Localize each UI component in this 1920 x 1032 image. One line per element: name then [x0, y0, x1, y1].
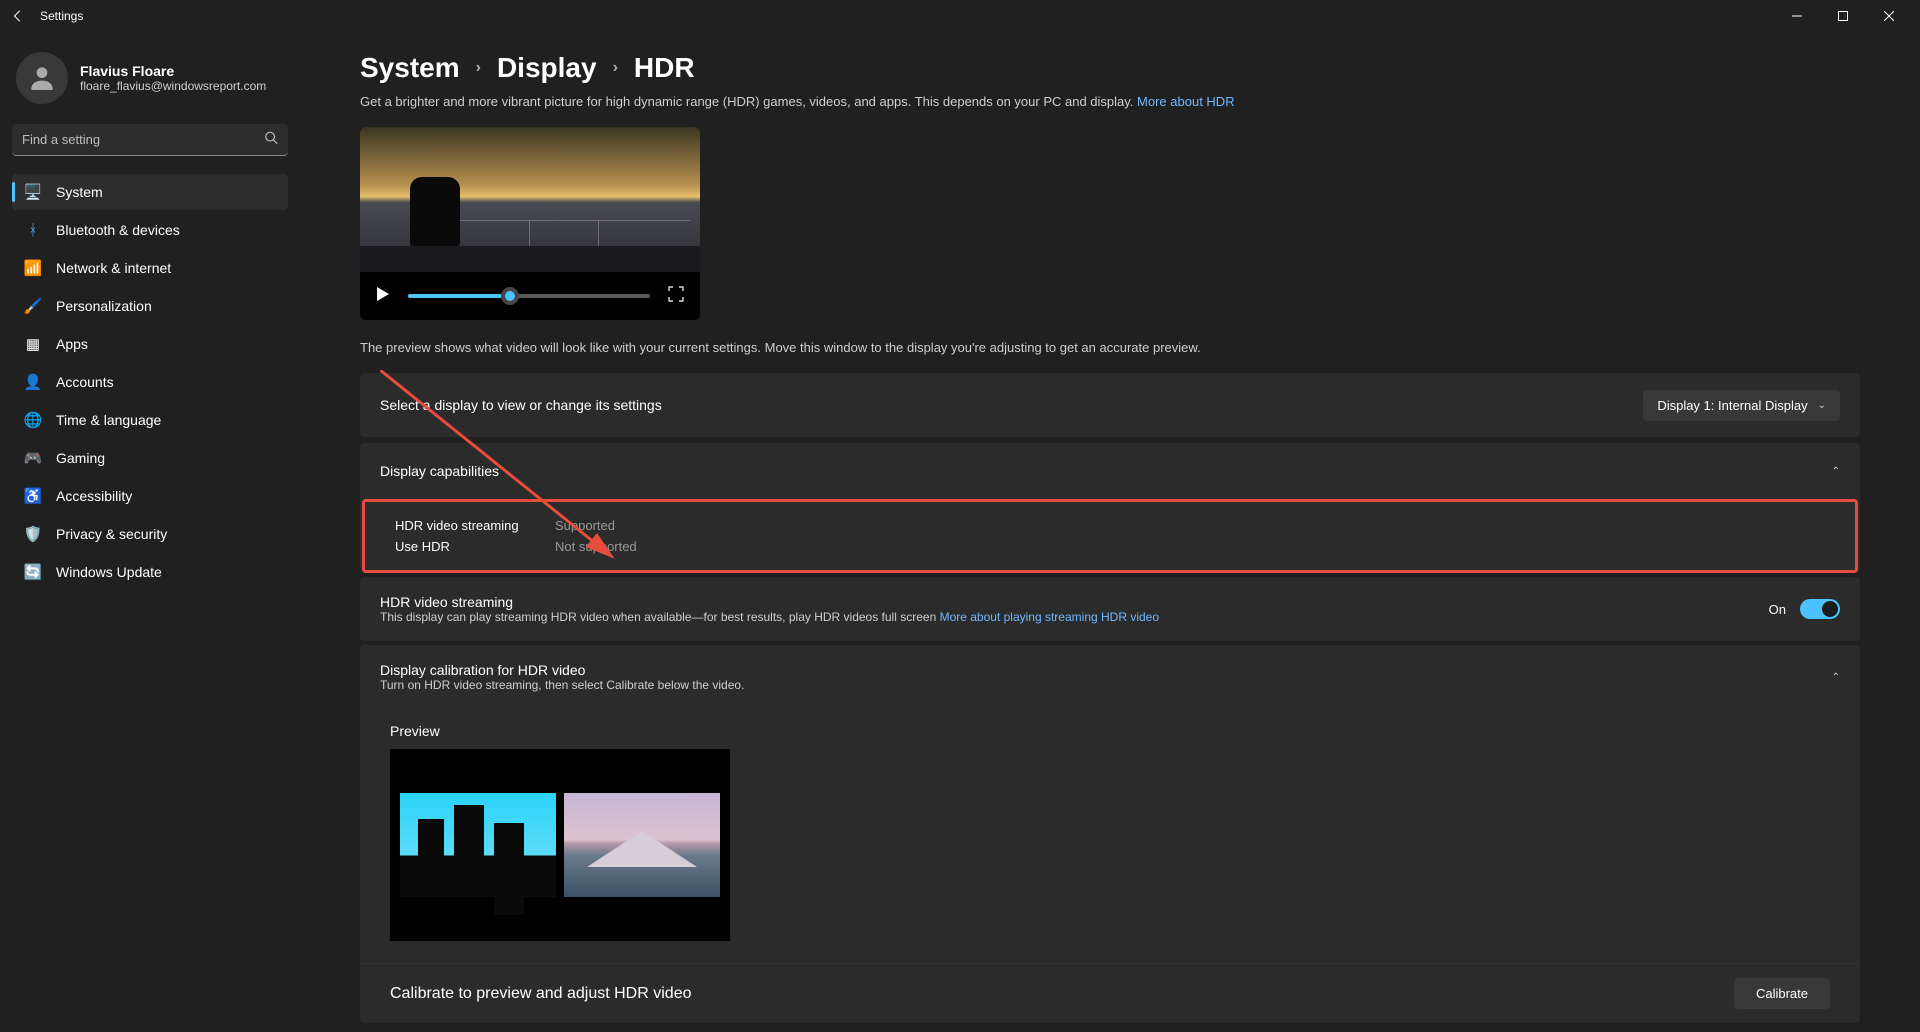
- calibration-preview-image: [390, 749, 730, 941]
- sidebar-item-label: Accessibility: [56, 488, 132, 504]
- hdr-streaming-sub: This display can play streaming HDR vide…: [380, 610, 1159, 624]
- search-icon: [264, 131, 278, 150]
- close-button[interactable]: [1866, 0, 1912, 32]
- hdr-video-preview: [360, 127, 700, 320]
- hdr-streaming-title: HDR video streaming: [380, 594, 1159, 610]
- calibration-action-label: Calibrate to preview and adjust HDR vide…: [390, 985, 691, 1003]
- sidebar-item-label: Gaming: [56, 450, 105, 466]
- chevron-down-icon: ⌄: [1818, 400, 1826, 411]
- video-thumbnail: [360, 127, 700, 272]
- sidebar-item-label: Bluetooth & devices: [56, 222, 180, 238]
- sidebar-item-gaming[interactable]: 🎮 Gaming: [12, 440, 288, 476]
- display-capabilities-body: HDR video streaming Supported Use HDR No…: [362, 499, 1858, 573]
- sidebar-item-system[interactable]: 🖥️ System: [12, 174, 288, 210]
- calibration-sub: Turn on HDR video streaming, then select…: [380, 678, 744, 692]
- chevron-up-icon: ⌃: [1832, 466, 1840, 477]
- wifi-icon: 📶: [24, 259, 42, 277]
- sidebar-item-accessibility[interactable]: ♿ Accessibility: [12, 478, 288, 514]
- sidebar-item-privacy[interactable]: 🛡️ Privacy & security: [12, 516, 288, 552]
- sidebar-item-time[interactable]: 🌐 Time & language: [12, 402, 288, 438]
- back-button[interactable]: [8, 6, 28, 26]
- sidebar-item-network[interactable]: 📶 Network & internet: [12, 250, 288, 286]
- chevron-right-icon: ›: [476, 59, 481, 77]
- display-select-label: Select a display to view or change its s…: [380, 397, 662, 413]
- globe-icon: 🌐: [24, 411, 42, 429]
- fullscreen-button[interactable]: [668, 286, 684, 307]
- shield-icon: 🛡️: [24, 525, 42, 543]
- hdr-streaming-toggle[interactable]: [1800, 599, 1840, 619]
- minimize-button[interactable]: [1774, 0, 1820, 32]
- apps-icon: ▦: [24, 335, 42, 353]
- preview-note: The preview shows what video will look l…: [360, 340, 1860, 355]
- more-about-hdr-link[interactable]: More about HDR: [1137, 94, 1235, 109]
- cap-use-hdr-value: Not supported: [555, 539, 1825, 554]
- calibration-preview-label: Preview: [390, 723, 1830, 739]
- sidebar-item-personalization[interactable]: 🖌️ Personalization: [12, 288, 288, 324]
- sidebar-item-label: Windows Update: [56, 564, 162, 580]
- chevron-right-icon: ›: [613, 59, 618, 77]
- sidebar-item-update[interactable]: 🔄 Windows Update: [12, 554, 288, 590]
- accessibility-icon: ♿: [24, 487, 42, 505]
- brush-icon: 🖌️: [24, 297, 42, 315]
- user-email: floare_flavius@windowsreport.com: [80, 79, 266, 93]
- system-icon: 🖥️: [24, 183, 42, 201]
- page-intro: Get a brighter and more vibrant picture …: [360, 94, 1860, 109]
- calibration-header[interactable]: Display calibration for HDR video Turn o…: [360, 645, 1860, 709]
- bluetooth-icon: ᚼ: [24, 221, 42, 239]
- calibration-title: Display calibration for HDR video: [380, 662, 744, 678]
- display-select-dropdown[interactable]: Display 1: Internal Display ⌄: [1643, 390, 1840, 421]
- window-title: Settings: [40, 9, 83, 23]
- sidebar-item-label: System: [56, 184, 103, 200]
- cap-hdr-streaming-label: HDR video streaming: [395, 518, 555, 533]
- breadcrumb-display[interactable]: Display: [497, 52, 597, 84]
- sidebar-item-apps[interactable]: ▦ Apps: [12, 326, 288, 362]
- breadcrumb-hdr: HDR: [634, 52, 695, 84]
- brightness-slider[interactable]: [408, 294, 650, 298]
- sidebar-item-label: Apps: [56, 336, 88, 352]
- breadcrumb: System › Display › HDR: [360, 52, 1860, 84]
- sidebar-item-label: Personalization: [56, 298, 152, 314]
- user-profile[interactable]: Flavius Floare floare_flavius@windowsrep…: [12, 44, 288, 124]
- play-button[interactable]: [376, 287, 390, 306]
- search-input[interactable]: [12, 124, 288, 156]
- sidebar-item-accounts[interactable]: 👤 Accounts: [12, 364, 288, 400]
- sidebar-item-label: Time & language: [56, 412, 161, 428]
- breadcrumb-system[interactable]: System: [360, 52, 460, 84]
- update-icon: 🔄: [24, 563, 42, 581]
- display-select-row: Select a display to view or change its s…: [360, 373, 1860, 437]
- chevron-up-icon: ⌃: [1832, 672, 1840, 683]
- sidebar-item-label: Accounts: [56, 374, 114, 390]
- more-about-streaming-link[interactable]: More about playing streaming HDR video: [940, 610, 1159, 624]
- sidebar-item-label: Network & internet: [56, 260, 171, 276]
- sidebar-item-bluetooth[interactable]: ᚼ Bluetooth & devices: [12, 212, 288, 248]
- cap-hdr-streaming-value: Supported: [555, 518, 1825, 533]
- user-name: Flavius Floare: [80, 63, 266, 79]
- gamepad-icon: 🎮: [24, 449, 42, 467]
- calibrate-button[interactable]: Calibrate: [1734, 978, 1830, 1009]
- person-icon: 👤: [24, 373, 42, 391]
- sidebar-item-label: Privacy & security: [56, 526, 167, 542]
- hdr-streaming-state: On: [1769, 602, 1786, 617]
- hdr-streaming-row: HDR video streaming This display can pla…: [360, 577, 1860, 641]
- maximize-button[interactable]: [1820, 0, 1866, 32]
- display-capabilities-header[interactable]: Display capabilities ⌃: [360, 443, 1860, 499]
- cap-use-hdr-label: Use HDR: [395, 539, 555, 554]
- avatar: [16, 52, 68, 104]
